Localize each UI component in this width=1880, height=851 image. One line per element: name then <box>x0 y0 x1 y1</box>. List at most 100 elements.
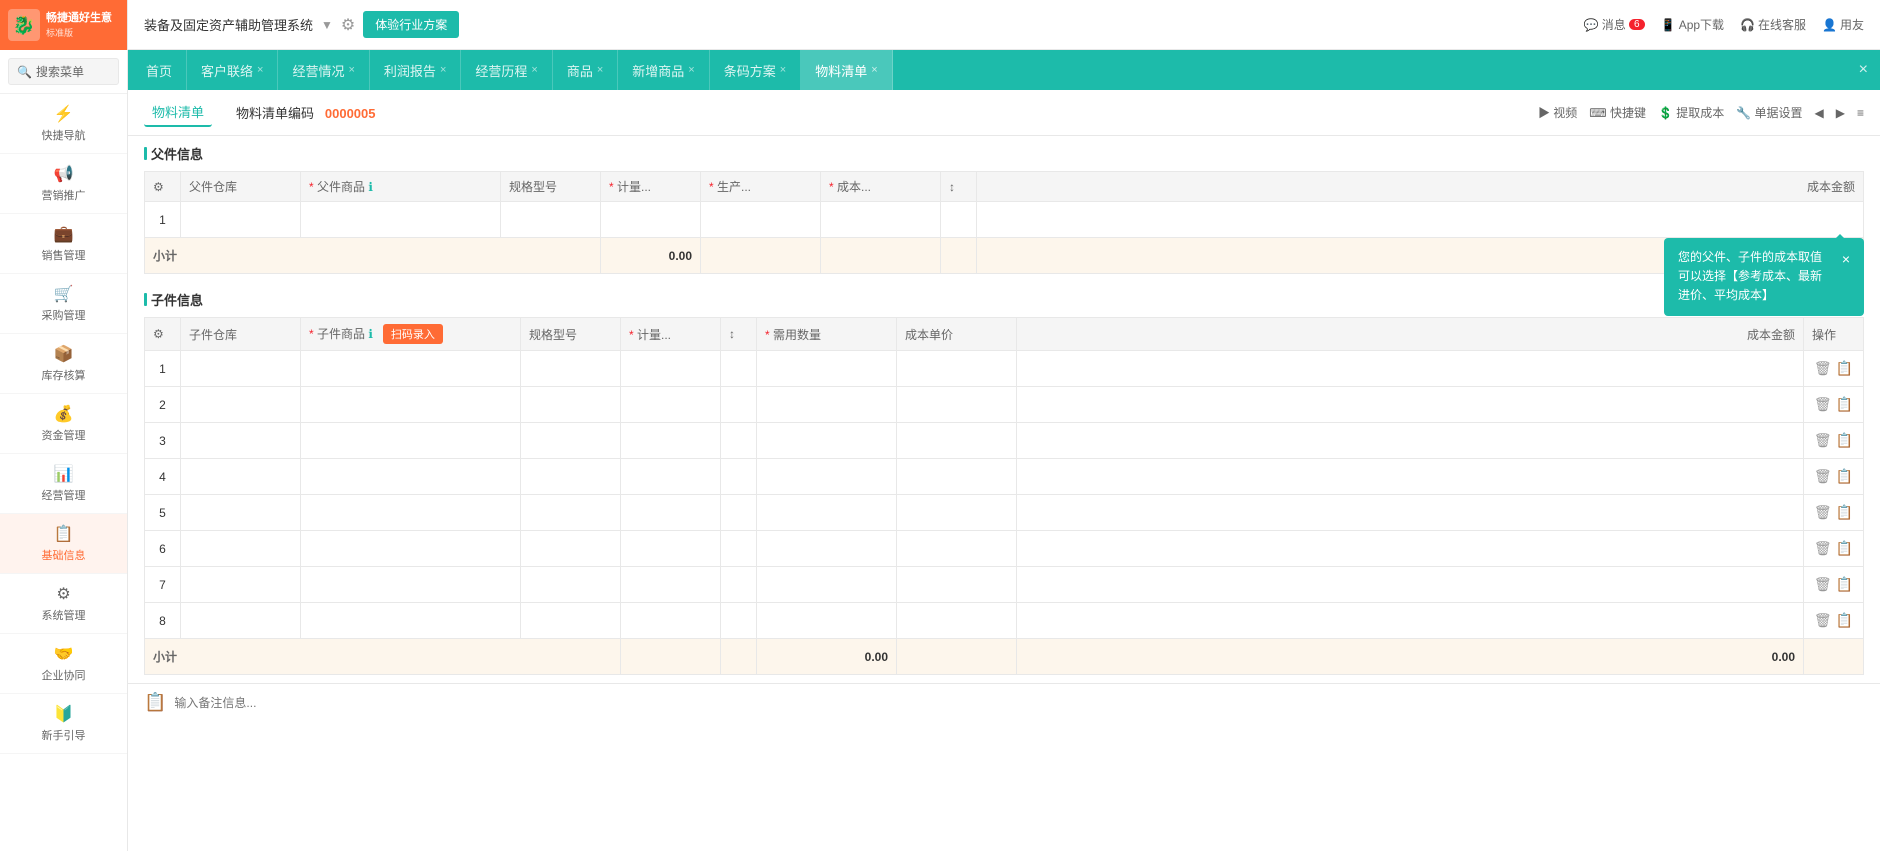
tab-bom[interactable]: 物料清单 × <box>801 50 892 90</box>
child-unit-cell[interactable] <box>621 495 721 531</box>
sidebar-item-operations[interactable]: 📊 经营管理 <box>0 454 127 514</box>
online-service-button[interactable]: 🎧 在线客服 <box>1740 16 1806 33</box>
tab-barcode[interactable]: 条码方案 × <box>710 50 801 90</box>
app-download-button[interactable]: 📱 App下载 <box>1661 16 1724 33</box>
tab-close-icon[interactable]: × <box>257 64 263 76</box>
child-unit-cell[interactable] <box>621 387 721 423</box>
sidebar-search[interactable]: 🔍 搜索菜单 <box>0 50 127 94</box>
child-spec-cell[interactable] <box>521 495 621 531</box>
sidebar-item-sales[interactable]: 💼 销售管理 <box>0 214 127 274</box>
child-goods-cell[interactable] <box>301 351 521 387</box>
child-spec-cell[interactable] <box>521 531 621 567</box>
message-button[interactable]: 💬 消息 6 <box>1584 16 1645 33</box>
tab-close-icon[interactable]: × <box>531 64 537 76</box>
user-menu-button[interactable]: 👤 用友 <box>1822 16 1864 33</box>
child-goods-cell[interactable] <box>301 603 521 639</box>
child-warehouse-cell[interactable] <box>181 567 301 603</box>
tab-history[interactable]: 经营历程 × <box>461 50 552 90</box>
child-goods-cell[interactable] <box>301 387 521 423</box>
child-goods-cell[interactable] <box>301 531 521 567</box>
child-warehouse-cell[interactable] <box>181 351 301 387</box>
child-warehouse-cell[interactable] <box>181 603 301 639</box>
sidebar-item-finance[interactable]: 💰 资金管理 <box>0 394 127 454</box>
child-warehouse-cell[interactable] <box>181 423 301 459</box>
child-unit-cell[interactable] <box>621 531 721 567</box>
delete-icon[interactable]: 🗑 <box>1814 396 1832 413</box>
child-spec-cell[interactable] <box>521 351 621 387</box>
tab-close-icon[interactable]: × <box>780 64 786 76</box>
delete-icon[interactable]: 🗑 <box>1814 504 1832 521</box>
child-warehouse-cell[interactable] <box>181 387 301 423</box>
unit-cell[interactable] <box>601 202 701 238</box>
child-unit-cost-cell[interactable] <box>897 351 1017 387</box>
sidebar-item-basic-info[interactable]: 📋 基础信息 <box>0 514 127 574</box>
sidebar-item-system[interactable]: ⚙ 系统管理 <box>0 574 127 634</box>
tab-close-icon[interactable]: × <box>871 64 877 76</box>
child-unit-cost-cell[interactable] <box>897 495 1017 531</box>
delete-icon[interactable]: 🗑 <box>1814 360 1832 377</box>
child-spec-cell[interactable] <box>521 459 621 495</box>
child-goods-cell[interactable] <box>301 423 521 459</box>
th-sort[interactable]: ↕ <box>941 172 977 202</box>
settings-button[interactable]: ⚙ <box>341 15 355 35</box>
sidebar-item-quick-nav[interactable]: ⚡ 快捷导航 <box>0 94 127 154</box>
spec-cell[interactable] <box>501 202 601 238</box>
copy-icon[interactable]: 📋 <box>1836 432 1853 449</box>
info-icon[interactable]: ℹ <box>368 180 373 194</box>
notes-input[interactable] <box>174 696 1864 710</box>
tab-new-goods[interactable]: 新增商品 × <box>618 50 709 90</box>
tab-home[interactable]: 首页 <box>132 50 187 90</box>
child-goods-cell[interactable] <box>301 495 521 531</box>
sub-nav-bom-list[interactable]: 物料清单 <box>144 98 212 127</box>
child-unit-cost-cell[interactable] <box>897 603 1017 639</box>
child-unit-cell[interactable] <box>621 351 721 387</box>
child-unit-cell[interactable] <box>621 567 721 603</box>
tab-profit[interactable]: 利润报告 × <box>370 50 461 90</box>
nav-prev-icon[interactable]: ◀ <box>1815 106 1824 120</box>
produce-cell[interactable] <box>701 202 821 238</box>
delete-icon[interactable]: 🗑 <box>1814 576 1832 593</box>
child-unit-cost-cell[interactable] <box>897 459 1017 495</box>
tab-close-all-icon[interactable]: × <box>1859 61 1868 79</box>
child-quantity-cell[interactable] <box>757 495 897 531</box>
copy-icon[interactable]: 📋 <box>1836 540 1853 557</box>
dropdown-icon[interactable]: ▼ <box>321 18 333 32</box>
shortcut-button[interactable]: ⌨ 快捷键 <box>1589 104 1646 121</box>
child-spec-cell[interactable] <box>521 567 621 603</box>
tab-operations-status[interactable]: 经营情况 × <box>278 50 369 90</box>
child-quantity-cell[interactable] <box>757 531 897 567</box>
tab-customer[interactable]: 客户联络 × <box>187 50 278 90</box>
child-unit-cost-cell[interactable] <box>897 567 1017 603</box>
tooltip-close-button[interactable]: × <box>1842 248 1850 270</box>
copy-icon[interactable]: 📋 <box>1836 468 1853 485</box>
tab-goods[interactable]: 商品 × <box>553 50 618 90</box>
sidebar-item-inventory[interactable]: 📦 库存核算 <box>0 334 127 394</box>
single-settings-button[interactable]: 🔧 单据设置 <box>1736 104 1802 121</box>
child-unit-cell[interactable] <box>621 603 721 639</box>
parent-goods-cell[interactable] <box>301 202 501 238</box>
child-unit-cell[interactable] <box>621 459 721 495</box>
search-menu-button[interactable]: 🔍 搜索菜单 <box>8 58 119 85</box>
child-spec-cell[interactable] <box>521 603 621 639</box>
tab-close-icon[interactable]: × <box>440 64 446 76</box>
extract-cost-button[interactable]: 💲 提取成本 <box>1658 104 1724 121</box>
child-unit-cost-cell[interactable] <box>897 423 1017 459</box>
sidebar-item-cooperation[interactable]: 🤝 企业协同 <box>0 634 127 694</box>
tab-close-icon[interactable]: × <box>688 64 694 76</box>
experience-btn[interactable]: 体验行业方案 <box>363 11 459 38</box>
delete-icon[interactable]: 🗑 <box>1814 468 1832 485</box>
delete-icon[interactable]: 🗑 <box>1814 612 1832 629</box>
view-button[interactable]: ▶ 视频 <box>1538 104 1577 121</box>
cost-cell[interactable] <box>821 202 941 238</box>
child-warehouse-cell[interactable] <box>181 531 301 567</box>
child-spec-cell[interactable] <box>521 387 621 423</box>
delete-icon[interactable]: 🗑 <box>1814 540 1832 557</box>
child-unit-cost-cell[interactable] <box>897 531 1017 567</box>
th-child-settings[interactable]: ⚙ <box>145 318 181 351</box>
grid-view-icon[interactable]: ≡ <box>1857 106 1864 120</box>
parent-warehouse-cell[interactable] <box>181 202 301 238</box>
child-quantity-cell[interactable] <box>757 387 897 423</box>
tab-close-icon[interactable]: × <box>348 64 354 76</box>
nav-next-icon[interactable]: ▶ <box>1836 106 1845 120</box>
child-goods-cell[interactable] <box>301 459 521 495</box>
